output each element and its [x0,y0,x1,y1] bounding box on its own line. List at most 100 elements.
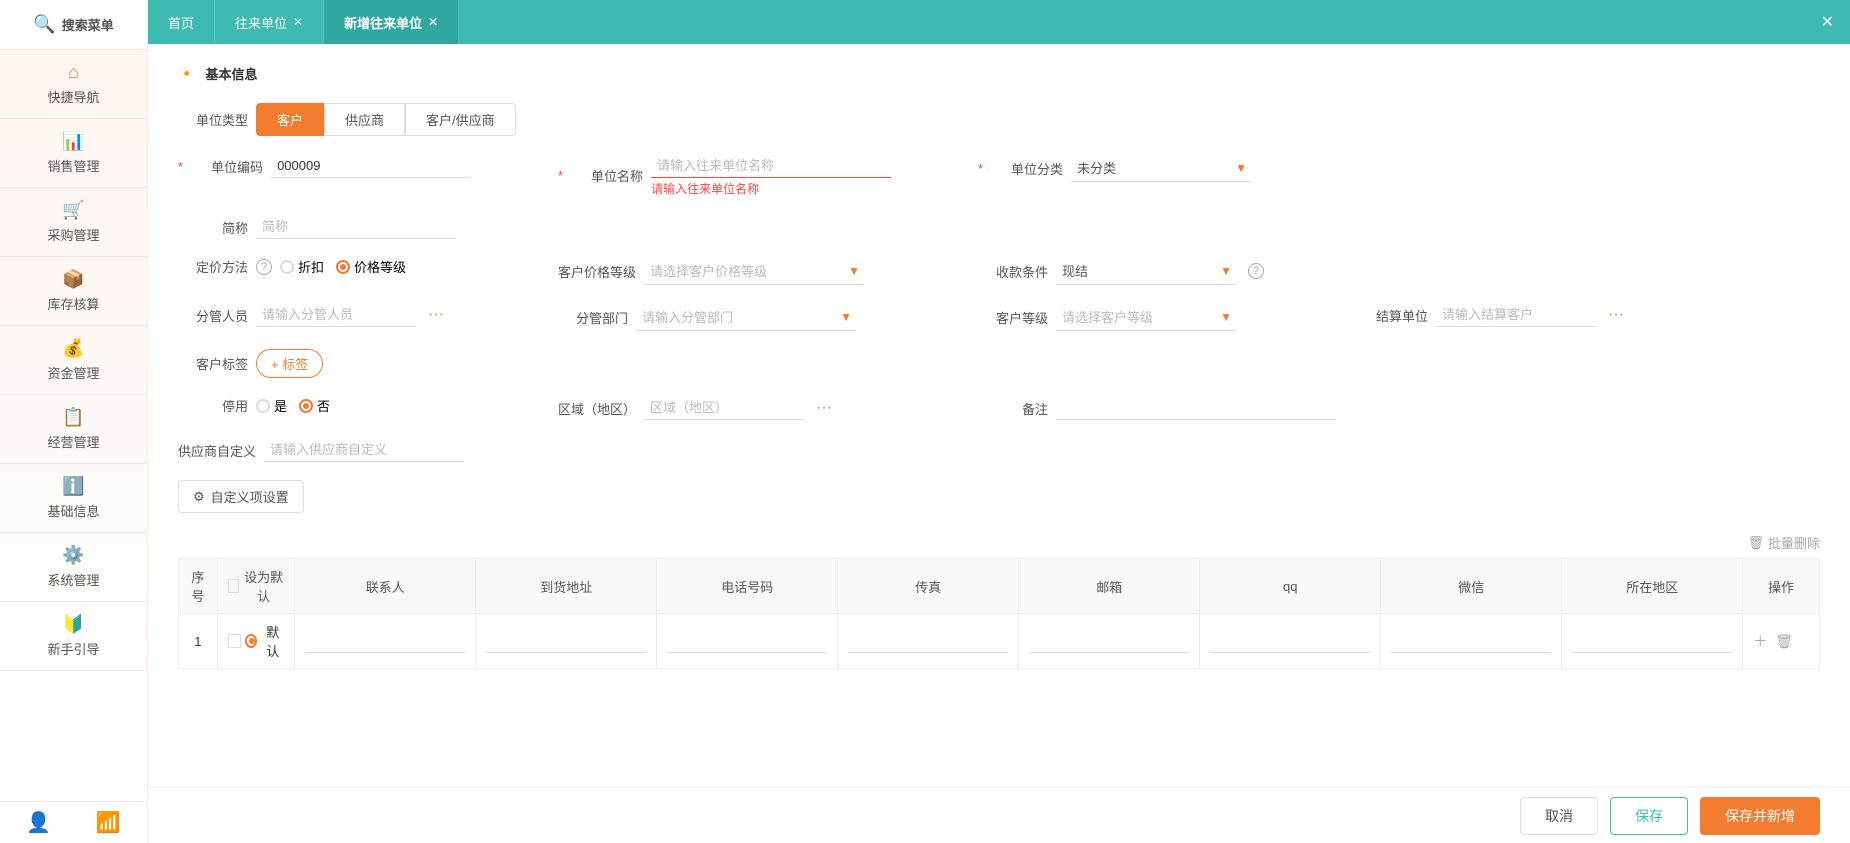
select-all-checkbox[interactable] [228,579,239,593]
type-btn-both[interactable]: 客户/供应商 [405,103,516,136]
row-wechat[interactable] [1381,614,1562,669]
wechat-input[interactable] [1391,629,1551,653]
code-required: * [178,159,183,174]
phone-input[interactable] [667,629,827,653]
sidebar-footer: 👤 📶 [0,801,147,843]
sidebar-item-finance-label: 资金管理 [47,363,99,382]
row-action-buttons: ＋ 🗑 [1753,631,1809,651]
cancel-button[interactable]: 取消 [1520,797,1598,835]
row-add-button[interactable]: ＋ [1753,631,1767,651]
department-select[interactable]: 请输入分管部门 ▼ [636,303,856,331]
batch-delete-label: 批量删除 [1768,533,1820,552]
customer-level-select[interactable]: 请选择客户等级 ▼ [1056,303,1236,331]
short-name-input[interactable] [256,215,456,239]
customer-price-select[interactable]: 请选择客户价格等级 ▼ [644,257,864,285]
custom-settings-label: 自定义项设置 [211,487,289,506]
add-tag-button[interactable]: + 标签 [256,349,323,378]
type-btn-supplier[interactable]: 供应商 [324,103,405,136]
tab-new-partner-close[interactable]: ✕ [428,15,438,29]
sidebar-item-basic-info[interactable]: ℹ️ 基础信息 [0,464,147,533]
sidebar-item-inventory[interactable]: 📦 库存核算 [0,257,147,326]
email-input[interactable] [1029,629,1189,653]
row-region[interactable] [1562,614,1743,669]
disabled-no[interactable]: 否 [299,396,330,415]
row-address[interactable] [476,614,657,669]
tab-partners-close[interactable]: ✕ [293,15,303,29]
sidebar-item-sales[interactable]: 📊 销售管理 [0,119,147,188]
sidebar-item-operations[interactable]: 📋 经营管理 [0,395,147,464]
sidebar-search[interactable]: 🔍 搜索菜单 [0,0,147,50]
row-delete-button[interactable]: 🗑 [1775,633,1793,650]
payment-terms-label: 收款条件 [978,262,1048,281]
default-radio-circle [245,634,258,648]
section-title: 🔸 基本信息 [178,64,1820,83]
note-field: 备注 [978,396,1820,420]
region-dots-icon[interactable]: ··· [812,399,836,417]
name-field: * 单位名称 请输入往来单位名称 [558,154,978,197]
qq-input[interactable] [1210,629,1370,653]
note-input[interactable] [1056,396,1336,420]
tab-partners[interactable]: 往来单位 ✕ [215,0,324,44]
inventory-icon: 📦 [62,269,84,290]
tab-new-partner[interactable]: 新增往来单位 ✕ [324,0,459,44]
pricing-price-level[interactable]: 价格等级 [336,257,406,276]
type-btn-customer[interactable]: 客户 [256,103,324,136]
row-region-input[interactable] [1572,629,1732,653]
pricing-discount[interactable]: 折扣 [280,257,324,276]
sidebar-item-basic-info-label: 基础信息 [47,501,99,520]
row-default-radio[interactable]: 默认 [245,622,285,660]
supplier-custom-input[interactable] [264,438,464,462]
manager-input[interactable] [256,303,416,327]
gear-icon: ⚙ [193,489,205,505]
table-actions: 🗑 批量删除 [178,533,1820,552]
sidebar-item-finance[interactable]: 💰 资金管理 [0,326,147,395]
address-input[interactable] [486,629,646,653]
sidebar-item-guide[interactable]: 🔰 新手引导 [0,602,147,671]
pricing-help-icon[interactable]: ? [256,259,272,275]
row-checkbox[interactable] [228,634,241,648]
tab-close-all[interactable]: ✕ [1805,12,1850,32]
home-icon: ⌂ [68,62,79,83]
region-input[interactable] [644,396,804,420]
payment-terms-select[interactable]: 现结 ▼ [1056,257,1236,285]
category-value: 未分类 [1071,154,1235,181]
manager-label: 分管人员 [178,306,248,325]
manager-dots-icon[interactable]: ··· [424,306,448,324]
col-email: 邮箱 [1019,559,1200,614]
row-fax[interactable] [838,614,1019,669]
row-email[interactable] [1019,614,1200,669]
row-qq[interactable] [1200,614,1381,669]
purchase-icon: 🛒 [62,200,84,221]
row-actions: ＋ 🗑 [1743,614,1820,669]
category-label: 单位分类 [993,159,1063,178]
footer-icon-1[interactable]: 👤 [26,810,51,835]
col-address: 到货地址 [476,559,657,614]
code-input[interactable] [271,154,471,178]
category-select[interactable]: 未分类 ▼ [1071,154,1251,182]
name-input[interactable] [651,154,891,178]
save-button[interactable]: 保存 [1610,797,1688,835]
custom-settings-button[interactable]: ⚙ 自定义项设置 [178,480,304,513]
batch-delete-button[interactable]: 🗑 批量删除 [1747,533,1820,552]
code-name-category-row: * 单位编码 * 单位名称 请输入往来单位名称 * 单位分类 [178,154,1820,197]
settlement-input[interactable] [1436,303,1596,327]
contact-input[interactable] [305,629,465,653]
save-new-button[interactable]: 保存并新增 [1700,797,1820,835]
fax-input[interactable] [848,629,1008,653]
payment-terms-help-icon[interactable]: ? [1248,263,1264,279]
sidebar-item-purchase[interactable]: 🛒 采购管理 [0,188,147,257]
category-field: * 单位分类 未分类 ▼ [978,154,1820,182]
footer-icon-2[interactable]: 📶 [96,810,121,835]
disabled-yes[interactable]: 是 [256,396,287,415]
department-field: 分管部门 请输入分管部门 ▼ [558,303,978,331]
pricing-field: 定价方法 ? 折扣 价格等级 [178,257,558,276]
tab-home[interactable]: 首页 [148,0,215,44]
row-phone[interactable] [657,614,838,669]
row-contact[interactable] [295,614,476,669]
disabled-no-radio [299,399,313,413]
sidebar-item-quick-nav[interactable]: ⌂ 快捷导航 [0,50,147,119]
sidebar-item-system[interactable]: ⚙️ 系统管理 [0,533,147,602]
supplier-custom-row: 供应商自定义 [178,438,1820,462]
disabled-yes-label: 是 [274,396,287,415]
settlement-dots-icon[interactable]: ··· [1604,306,1628,324]
